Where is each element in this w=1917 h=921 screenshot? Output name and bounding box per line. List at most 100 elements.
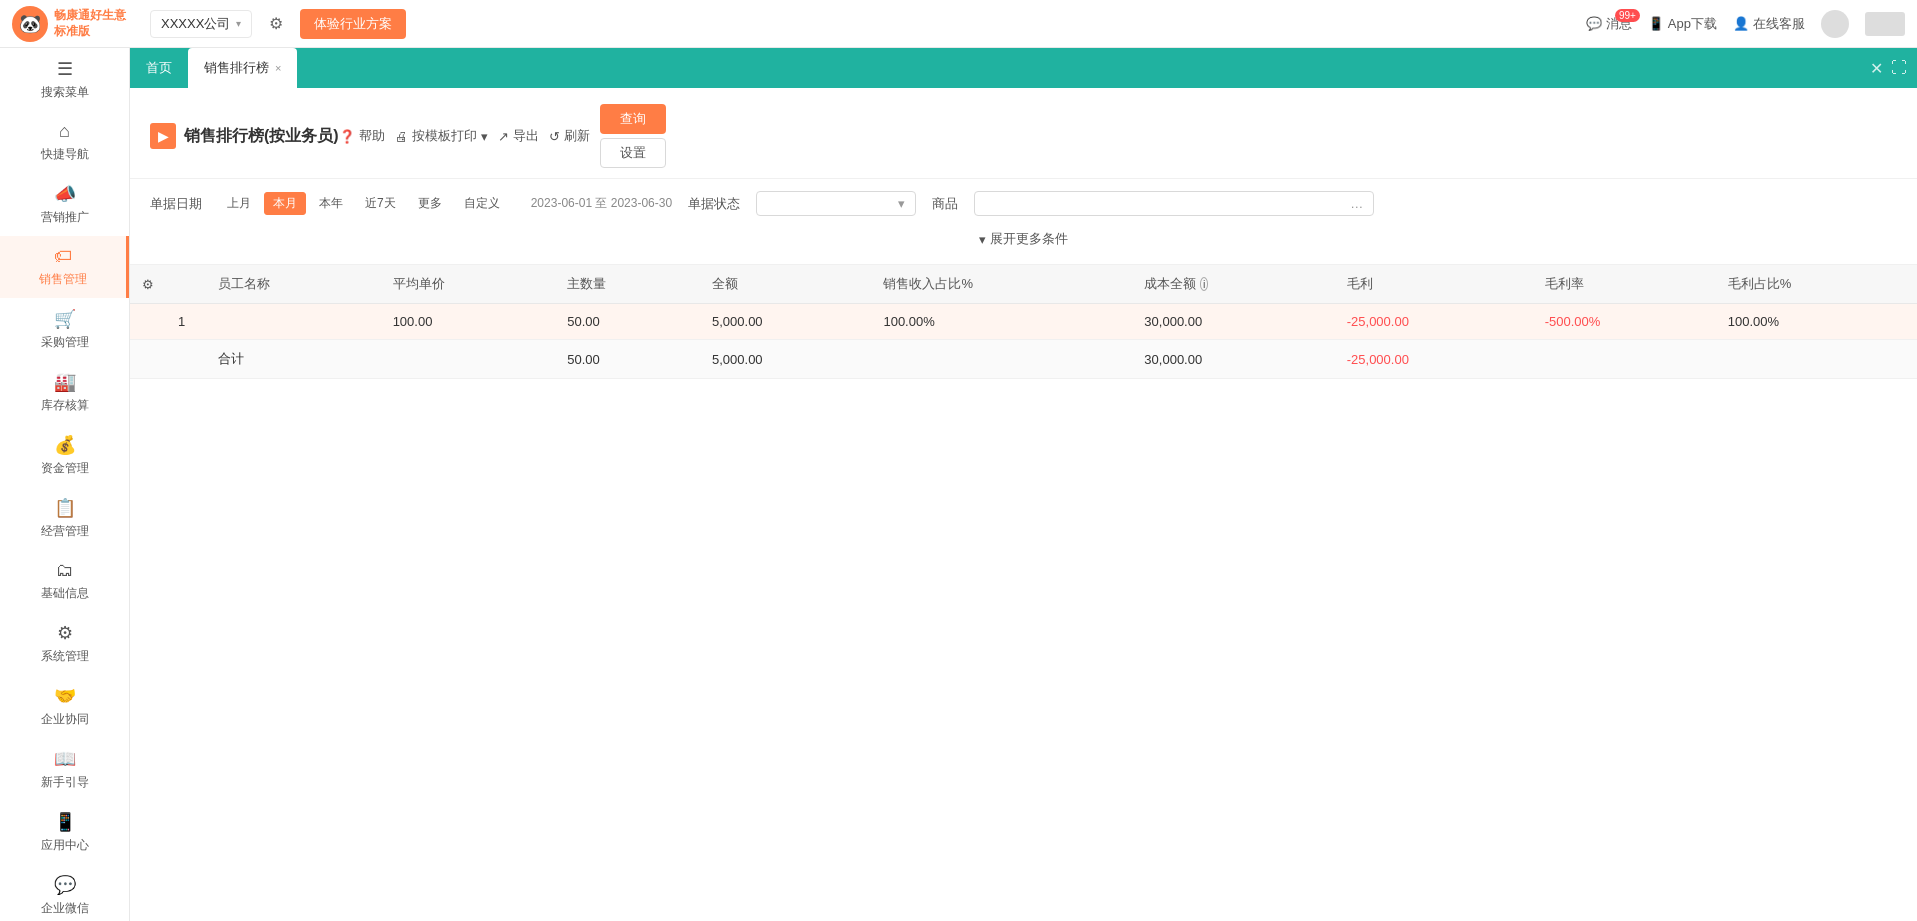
cell-cost-total: 30,000.00	[1132, 304, 1334, 340]
footer-gross-profit: -25,000.00	[1335, 340, 1533, 379]
table-area: ⚙ 员工名称 平均单价 主数量 全额 销售收入占比% 成本全额 i 毛利 毛利率	[130, 265, 1917, 921]
tab-close-icon[interactable]: ×	[275, 62, 281, 74]
user-name-placeholder	[1865, 12, 1905, 36]
tab-home-label: 首页	[146, 59, 172, 77]
expand-more-button[interactable]: ▾ 展开更多条件	[979, 226, 1068, 252]
sidebar-item-label: 销售管理	[39, 271, 87, 288]
date-btn-this-month[interactable]: 本月	[264, 192, 306, 215]
th-gross-profit: 毛利	[1335, 265, 1533, 304]
th-employee: 员工名称	[206, 265, 381, 304]
sidebar-item-search-order[interactable]: ☰ 搜索菜单	[0, 48, 129, 111]
trial-button[interactable]: 体验行业方案	[300, 9, 406, 39]
cost-info-icon[interactable]: i	[1200, 277, 1208, 291]
footer-gross-ratio	[1716, 340, 1917, 379]
tab-close-window-icon[interactable]: ✕	[1870, 59, 1883, 78]
top-settings-icon[interactable]: ⚙	[260, 8, 292, 40]
app-download-label: App下载	[1668, 15, 1717, 33]
sidebar-item-marketing[interactable]: 📣 营销推广	[0, 173, 129, 236]
filter-area: 单据日期 上月 本月 本年 近7天 更多 自定义 2023-06-01 至 20…	[130, 179, 1917, 265]
sidebar-item-purchase-mgmt[interactable]: 🛒 采购管理	[0, 298, 129, 361]
page-content: ▶ 销售排行榜(按业务员) ❓ 帮助 🖨 按模板打印 ▾	[130, 88, 1917, 921]
data-table: ⚙ 员工名称 平均单价 主数量 全额 销售收入占比% 成本全额 i 毛利 毛利率	[130, 265, 1917, 379]
query-button[interactable]: 查询	[600, 104, 666, 134]
content-area: 首页 销售排行榜 × ✕ ⛶ ▶ 销售排行榜(按业务员)	[130, 48, 1917, 921]
main-area: ☰ 搜索菜单 ⌂ 快捷导航 📣 营销推广 🏷 销售管理 🛒 采购管理 🏭 库	[0, 48, 1917, 921]
date-btn-custom[interactable]: 自定义	[455, 192, 509, 215]
cell-settings	[130, 304, 166, 340]
tab-bar: 首页 销售排行榜 × ✕ ⛶	[130, 48, 1917, 88]
cell-gross-ratio: 100.00%	[1716, 304, 1917, 340]
settings-button[interactable]: 设置	[600, 138, 666, 168]
cell-employee	[206, 304, 381, 340]
date-btn-7days[interactable]: 近7天	[356, 192, 405, 215]
sidebar-item-app-center[interactable]: 📱 应用中心	[0, 801, 129, 864]
logo-area: 🐼 畅康通好生意 标准版	[12, 6, 142, 42]
purchase-icon: 🛒	[54, 308, 76, 330]
footer-avg-price	[381, 340, 556, 379]
footer-main-qty: 50.00	[555, 340, 700, 379]
top-bar: 🐼 畅康通好生意 标准版 XXXXX公司 ▾ ⚙ 体验行业方案 💬 消息 99+…	[0, 0, 1917, 48]
wechat-icon: 💬	[54, 874, 76, 896]
top-right-area: 💬 消息 99+ 📱 App下载 👤 在线客服	[1586, 10, 1905, 38]
goods-input[interactable]: …	[974, 191, 1374, 216]
template-print-button[interactable]: 🖨 按模板打印 ▾	[395, 127, 488, 145]
status-select[interactable]: ▾	[756, 191, 916, 216]
service-icon: 👤	[1733, 16, 1749, 31]
help-button[interactable]: ❓ 帮助	[339, 127, 385, 145]
sidebar-item-sales-mgmt[interactable]: 🏷 销售管理	[0, 236, 129, 298]
th-settings[interactable]: ⚙	[130, 265, 166, 304]
sidebar-item-guide[interactable]: 📖 新手引导	[0, 738, 129, 801]
user-avatar[interactable]	[1821, 10, 1849, 38]
sidebar-item-label: 应用中心	[41, 837, 89, 854]
page-nav-icon[interactable]: ▶	[150, 123, 176, 149]
phone-icon: 📱	[1648, 16, 1664, 31]
sidebar: ☰ 搜索菜单 ⌂ 快捷导航 📣 营销推广 🏷 销售管理 🛒 采购管理 🏭 库	[0, 48, 130, 921]
sidebar-item-quick-nav[interactable]: ⌂ 快捷导航	[0, 111, 129, 173]
date-btn-this-year[interactable]: 本年	[310, 192, 352, 215]
sidebar-item-label: 企业微信	[41, 900, 89, 917]
page-title: 销售排行榜(按业务员)	[184, 126, 339, 147]
refresh-button[interactable]: ↺ 刷新	[549, 127, 590, 145]
tab-sales-label: 销售排行榜	[204, 59, 269, 77]
home-icon: ⌂	[59, 121, 70, 142]
notification-button[interactable]: 💬 消息 99+	[1586, 15, 1632, 33]
date-btn-more[interactable]: 更多	[409, 192, 451, 215]
company-selector[interactable]: XXXXX公司 ▾	[150, 10, 252, 38]
date-label: 单据日期	[150, 195, 202, 213]
guide-icon: 📖	[54, 748, 76, 770]
sidebar-item-label: 营销推广	[41, 209, 89, 226]
tab-home[interactable]: 首页	[130, 48, 188, 88]
online-service-button[interactable]: 👤 在线客服	[1733, 15, 1805, 33]
th-avg-price: 平均单价	[381, 265, 556, 304]
sidebar-item-sys-mgmt[interactable]: ⚙ 系统管理	[0, 612, 129, 675]
app-download-button[interactable]: 📱 App下载	[1648, 15, 1717, 33]
export-button[interactable]: ↗ 导出	[498, 127, 539, 145]
tab-maximize-icon[interactable]: ⛶	[1891, 59, 1907, 77]
sidebar-item-fund-mgmt[interactable]: 💰 资金管理	[0, 424, 129, 487]
tab-sales-ranking[interactable]: 销售排行榜 ×	[188, 48, 297, 88]
sidebar-item-basic-info[interactable]: 🗂 基础信息	[0, 550, 129, 612]
date-buttons: 上月 本月 本年 近7天 更多 自定义	[218, 192, 509, 215]
sales-icon: 🏷	[54, 246, 72, 267]
sidebar-item-inventory[interactable]: 🏭 库存核算	[0, 361, 129, 424]
basic-info-icon: 🗂	[56, 560, 74, 581]
sidebar-item-label: 经营管理	[41, 523, 89, 540]
marketing-icon: 📣	[54, 183, 76, 205]
goods-more-icon: …	[1350, 196, 1363, 211]
app-center-icon: 📱	[54, 811, 76, 833]
sidebar-item-ops-mgmt[interactable]: 📋 经营管理	[0, 487, 129, 550]
expand-icon: ▾	[979, 232, 986, 247]
export-icon: ↗	[498, 129, 509, 144]
footer-total: 5,000.00	[700, 340, 871, 379]
date-btn-last-month[interactable]: 上月	[218, 192, 260, 215]
help-icon: ❓	[339, 129, 355, 144]
sidebar-item-enterprise-collab[interactable]: 🤝 企业协同	[0, 675, 129, 738]
sidebar-item-label: 快捷导航	[41, 146, 89, 163]
refresh-icon: ↺	[549, 129, 560, 144]
sidebar-item-label: 采购管理	[41, 334, 89, 351]
sidebar-item-enterprise-wechat[interactable]: 💬 企业微信	[0, 864, 129, 921]
sidebar-item-label: 新手引导	[41, 774, 89, 791]
sys-icon: ⚙	[57, 622, 73, 644]
page-actions: ❓ 帮助 🖨 按模板打印 ▾ ↗ 导出 ↺	[339, 104, 666, 168]
th-gross-rate: 毛利率	[1533, 265, 1716, 304]
